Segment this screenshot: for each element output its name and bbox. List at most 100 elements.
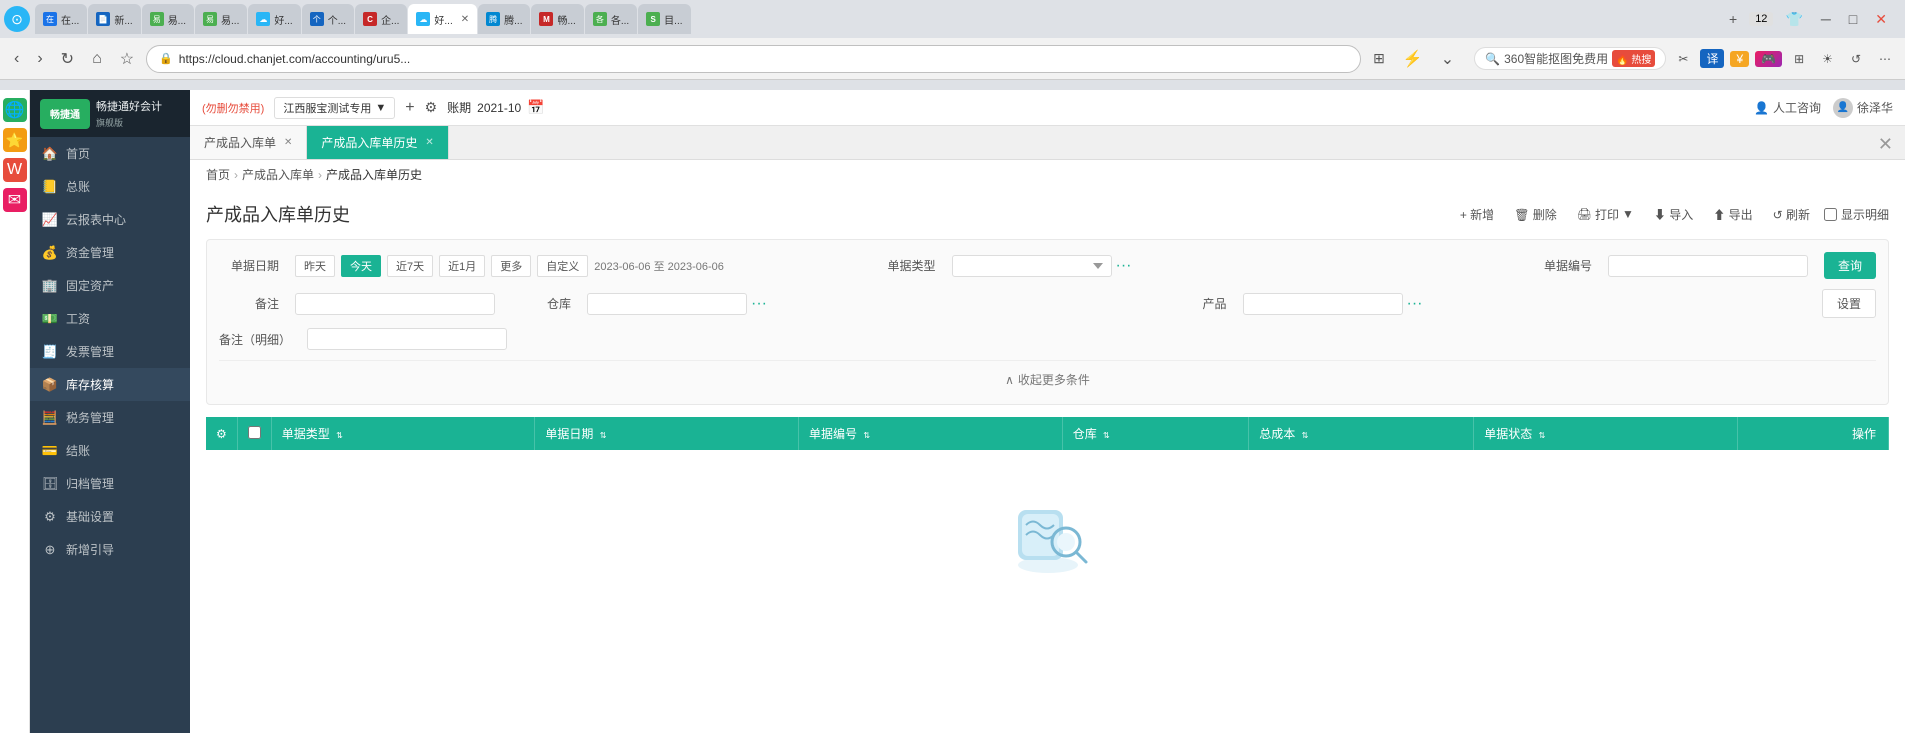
new-tab-button[interactable]: +: [1723, 9, 1743, 29]
add-button[interactable]: + 新增: [1454, 203, 1500, 226]
delete-button[interactable]: 🗑 删除: [1508, 203, 1563, 226]
col-total-cost[interactable]: 总成本 ⇅: [1249, 417, 1474, 450]
date-btn-custom[interactable]: 自定义: [537, 255, 588, 277]
grid-button[interactable]: ⊞: [1788, 50, 1810, 68]
browser-tab-5[interactable]: ☁ 好...: [248, 4, 300, 34]
browser-tab-6[interactable]: 个 个...: [302, 4, 354, 34]
sync-button[interactable]: ↺: [1845, 50, 1867, 68]
tab-list-close[interactable]: ✕: [284, 137, 292, 148]
company-dropdown[interactable]: 江西服宝测试专用 ▼: [274, 97, 395, 119]
browser-tab-4[interactable]: 易 易...: [195, 4, 247, 34]
maximize-button[interactable]: □: [1843, 9, 1863, 29]
more-button[interactable]: ⋯: [1873, 50, 1897, 68]
panel-close-button[interactable]: ✕: [1878, 126, 1893, 162]
sidebar-item-more[interactable]: ⊕ 新增引导: [30, 533, 190, 566]
user-profile[interactable]: 👤 徐泽华: [1833, 98, 1893, 118]
warehouse-input[interactable]: [587, 293, 747, 315]
import-button[interactable]: ⬇ 导入: [1648, 203, 1699, 226]
tab-close-8[interactable]: ✕: [461, 14, 469, 25]
col-gear[interactable]: ⚙: [206, 417, 237, 450]
browser-tab-10[interactable]: M 畅...: [531, 4, 583, 34]
date-btn-1month[interactable]: 近1月: [439, 255, 485, 277]
select-all-checkbox[interactable]: [248, 426, 261, 439]
home-button[interactable]: ⌂: [86, 48, 108, 70]
type-select[interactable]: [952, 255, 1112, 277]
sidebar-item-reports[interactable]: 📈 云报表中心: [30, 203, 190, 236]
tab-history-close[interactable]: ✕: [425, 137, 433, 148]
back-button[interactable]: ‹: [8, 48, 25, 70]
warehouse-dots[interactable]: ···: [751, 295, 767, 313]
browser-tab-12[interactable]: S 目...: [638, 4, 690, 34]
period-calendar-button[interactable]: 📅: [527, 99, 544, 116]
sidebar-item-funds[interactable]: 💰 资金管理: [30, 236, 190, 269]
extensions-button[interactable]: ⊞: [1367, 48, 1391, 69]
product-input[interactable]: [1243, 293, 1403, 315]
browser-tab-9[interactable]: 腾 腾...: [478, 4, 530, 34]
rail-icon-4[interactable]: ✉: [3, 188, 27, 212]
rail-icon-2[interactable]: ⭐: [3, 128, 27, 152]
sidebar-item-home[interactable]: 🏠 首页: [30, 137, 190, 170]
display-detail-checkbox[interactable]: 显示明细: [1824, 206, 1889, 223]
company-settings-button[interactable]: ⚙: [425, 99, 438, 116]
query-button[interactable]: 查询: [1824, 252, 1876, 279]
export-button[interactable]: ⬆ 导出: [1707, 203, 1758, 226]
sidebar-item-tax[interactable]: 🧮 税务管理: [30, 401, 190, 434]
translate-button[interactable]: 译: [1700, 49, 1724, 68]
browser-tab-1[interactable]: 在 在...: [35, 4, 87, 34]
browser-tab-8[interactable]: ☁ 好... ✕: [408, 4, 477, 34]
sidebar-item-archive[interactable]: 🗄 归档管理: [30, 467, 190, 500]
sidebar-item-checkout[interactable]: 💳 结账: [30, 434, 190, 467]
tab-history[interactable]: 产成品入库单历史 ✕: [307, 126, 448, 159]
dropdown-arrow[interactable]: ⌄: [1435, 47, 1460, 71]
browser-tab-3[interactable]: 易 易...: [142, 4, 194, 34]
browser-tab-2[interactable]: 📄 新...: [88, 4, 140, 34]
bookmark-button[interactable]: ☆: [114, 47, 140, 71]
sidebar-item-inventory[interactable]: 📦 库存核算: [30, 368, 190, 401]
date-btn-more[interactable]: 更多: [491, 255, 531, 277]
col-number[interactable]: 单据编号 ⇅: [799, 417, 1063, 450]
date-btn-7days[interactable]: 近7天: [387, 255, 433, 277]
collapse-button[interactable]: ∧ 收起更多条件: [219, 367, 1876, 392]
shirt-icon[interactable]: 👕: [1779, 9, 1808, 30]
col-type[interactable]: 单据类型 ⇅: [271, 417, 535, 450]
display-detail-input[interactable]: [1824, 208, 1837, 221]
settings-button[interactable]: 设置: [1822, 289, 1876, 318]
refresh-button[interactable]: ↺ 刷新: [1767, 203, 1816, 226]
yuan-button[interactable]: ¥: [1730, 51, 1749, 67]
date-btn-yesterday[interactable]: 昨天: [295, 255, 335, 277]
scissors-button[interactable]: ✂: [1672, 50, 1694, 68]
human-service-link[interactable]: 👤 人工咨询: [1754, 99, 1821, 116]
game-button[interactable]: 🎮: [1755, 51, 1782, 67]
forward-button[interactable]: ›: [31, 48, 48, 70]
type-dots[interactable]: ···: [1116, 257, 1132, 275]
col-warehouse[interactable]: 仓库 ⇅: [1062, 417, 1249, 450]
url-bar[interactable]: 🔒 https://cloud.chanjet.com/accounting/u…: [146, 45, 1361, 73]
product-dots[interactable]: ···: [1407, 295, 1423, 313]
minimize-button[interactable]: ─: [1815, 9, 1837, 29]
rail-icon-1[interactable]: 🌐: [3, 98, 27, 122]
sidebar-item-payroll[interactable]: 💵 工资: [30, 302, 190, 335]
remark-input[interactable]: [295, 293, 495, 315]
col-check[interactable]: [237, 417, 271, 450]
tab-list[interactable]: 产成品入库单 ✕: [190, 126, 307, 159]
detail-remark-input[interactable]: [307, 328, 507, 350]
add-company-button[interactable]: +: [405, 99, 414, 117]
browser-tab-7[interactable]: C 企...: [355, 4, 407, 34]
sidebar-item-invoice[interactable]: 🧾 发票管理: [30, 335, 190, 368]
voucher-input[interactable]: [1608, 255, 1808, 277]
sidebar-item-ledger[interactable]: 📒 总账: [30, 170, 190, 203]
col-status[interactable]: 单据状态 ⇅: [1474, 417, 1738, 450]
col-date[interactable]: 单据日期 ⇅: [535, 417, 799, 450]
sidebar-item-assets[interactable]: 🏢 固定资产: [30, 269, 190, 302]
date-btn-today[interactable]: 今天: [341, 255, 381, 277]
breadcrumb-home[interactable]: 首页: [206, 166, 230, 183]
lightning-button[interactable]: ⚡: [1397, 47, 1429, 71]
sun-button[interactable]: ☀: [1816, 50, 1839, 68]
print-button[interactable]: 🖨 打印 ▼: [1571, 203, 1640, 226]
breadcrumb-parent[interactable]: 产成品入库单: [242, 166, 314, 183]
refresh-button[interactable]: ↻: [55, 47, 80, 71]
search-bar[interactable]: 🔍 360智能抠图免费用 🔥 热搜: [1474, 47, 1666, 70]
browser-tab-11[interactable]: 各 各...: [585, 4, 637, 34]
close-window-button[interactable]: ✕: [1869, 9, 1893, 30]
rail-icon-3[interactable]: W: [3, 158, 27, 182]
